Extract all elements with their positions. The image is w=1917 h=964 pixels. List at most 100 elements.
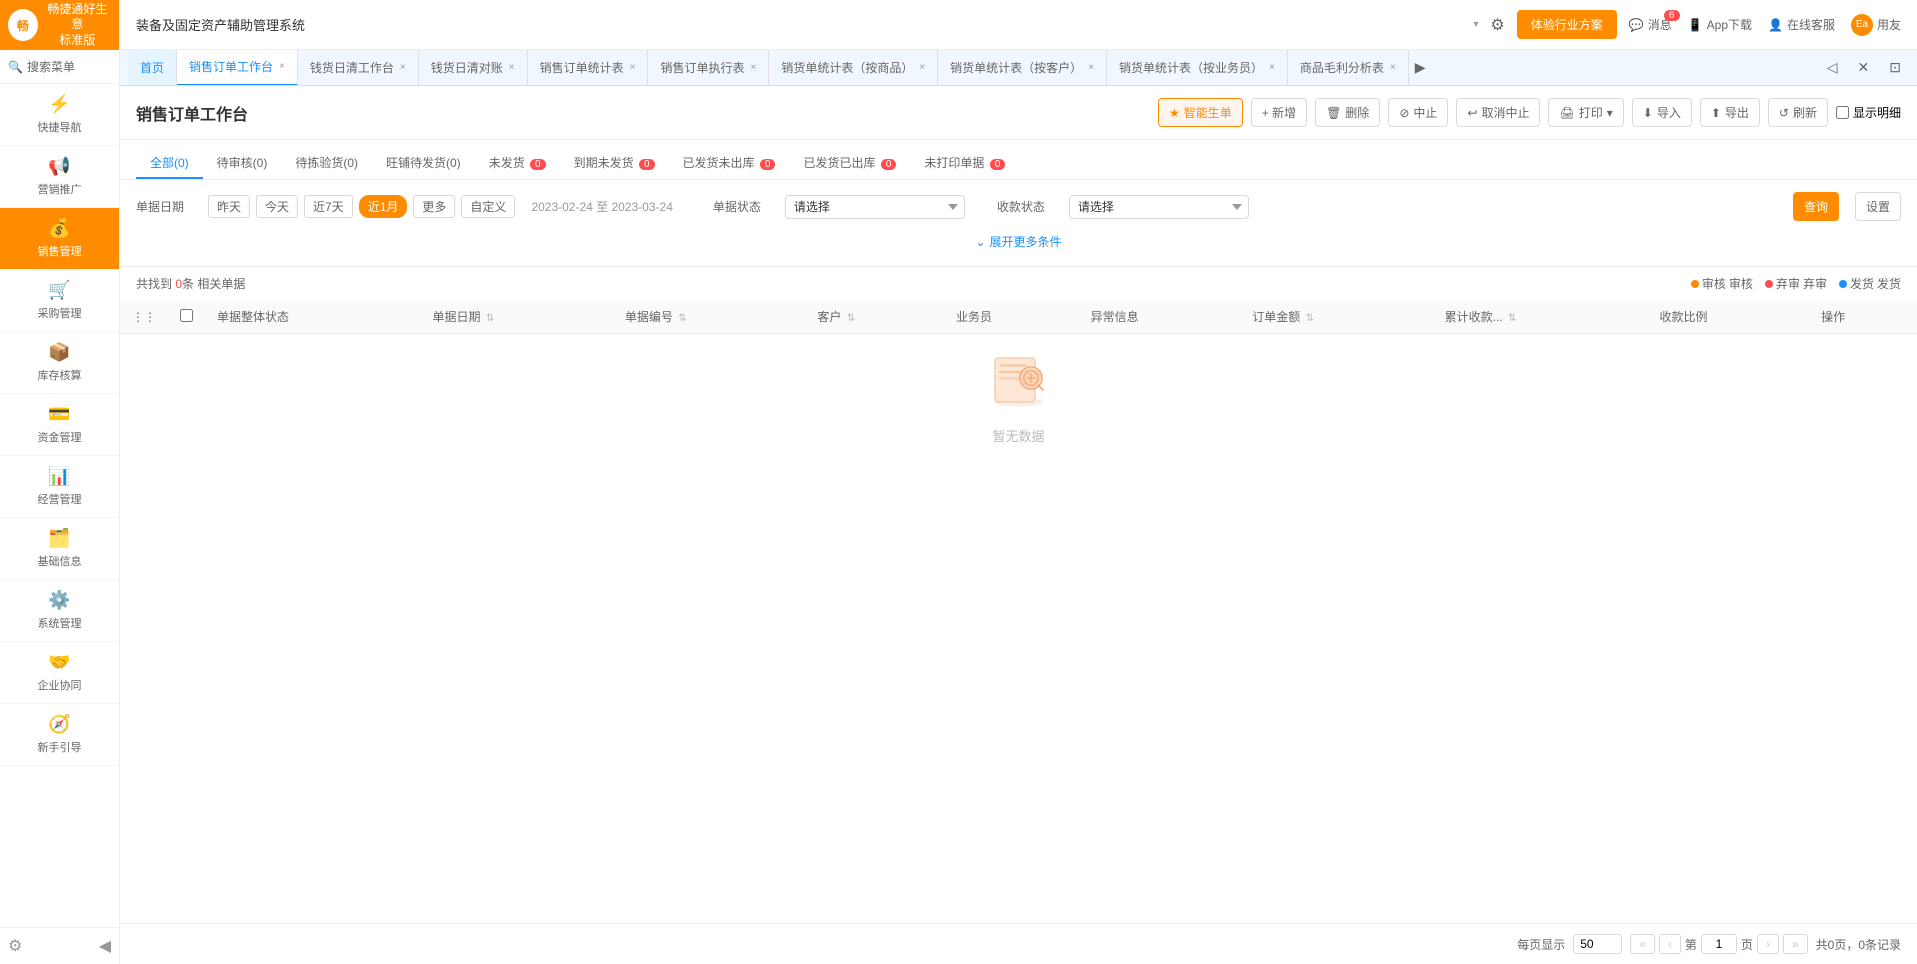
sub-tab-unprinted[interactable]: 未打印单据 0 [910,148,1019,179]
sidebar-item-business[interactable]: 📊 经营管理 [0,456,119,518]
tab-scroll-right[interactable]: ▶ [1409,55,1432,80]
cancel-suspend-btn[interactable]: ↩ 取消中止 [1456,98,1540,127]
date-btn-last1m[interactable]: 近1月 [359,195,408,218]
cancel-review-action-btn[interactable]: 弃审 弃审 [1765,275,1827,292]
app-download-btn[interactable]: 📱 App下载 [1688,16,1752,33]
sidebar-item-basic[interactable]: 🗂️ 基础信息 [0,518,119,580]
date-btn-more[interactable]: 更多 [413,195,455,218]
tab-sale-by-staff[interactable]: 销货单统计表（按业务员） × [1107,50,1288,86]
query-btn[interactable]: 查询 [1793,192,1839,221]
col-salesperson[interactable]: 业务员 [944,300,1079,334]
col-amount[interactable]: 订单金额 ⇅ [1240,300,1432,334]
review-action-btn[interactable]: 审核 审核 [1691,275,1753,292]
tab-cash-daily[interactable]: 钱货日清工作台 × [298,50,419,86]
refresh-btn[interactable]: ↺ 刷新 [1768,98,1828,127]
collapse-icon[interactable]: ◀ [99,936,111,956]
sidebar-item-quick-nav[interactable]: ⚡ 快捷导航 [0,84,119,146]
sub-tab-pending-inspect[interactable]: 待拣验货(0) [281,148,372,179]
sub-tab-all-label: 全部(0) [150,156,189,170]
expand-filter-btn[interactable]: ⌄ 展开更多条件 [136,229,1901,254]
sub-tab-shipped-warehoused[interactable]: 已发货已出库 0 [789,148,910,179]
delete-btn[interactable]: 🗑 删除 [1315,98,1380,127]
sub-tab-wangpu[interactable]: 旺铺待发货(0) [372,148,475,179]
sub-tab-all[interactable]: 全部(0) [136,148,203,179]
message-btn[interactable]: 💬 6 消息 [1629,16,1672,33]
date-btn-today[interactable]: 今天 [256,195,298,218]
settings-bottom-icon[interactable]: ⚙ [8,936,22,956]
sidebar-item-finance[interactable]: 💳 资金管理 [0,394,119,456]
empty-text: 暂无数据 [992,426,1044,445]
tab-sales-order[interactable]: 销售订单工作台 × [177,50,298,86]
date-btn-custom[interactable]: 自定义 [461,195,515,218]
tab-home[interactable]: 首页 [128,50,177,86]
current-page-input[interactable] [1701,934,1737,954]
date-btn-last7[interactable]: 近7天 [304,195,353,218]
export-btn[interactable]: ⬆ 导出 [1700,98,1760,127]
system-dropdown-arrow[interactable]: ▾ [1473,19,1478,30]
col-collected[interactable]: 累计收款... ⇅ [1433,300,1648,334]
last-page-btn[interactable]: » [1783,934,1808,954]
sidebar-item-sales[interactable]: 💰 销售管理 [0,208,119,270]
sub-tab-expired-unshipped[interactable]: 到期未发货 0 [560,148,669,179]
pagination: 每页显示 10 20 50 100 « ‹ 第 页 › » 共0页，0条记录 [120,923,1917,964]
tab-sale-by-product[interactable]: 销货单统计表（按商品） × [769,50,938,86]
tab-window-expand[interactable]: ⊡ [1881,55,1909,80]
sidebar-item-purchase[interactable]: 🛒 采购管理 [0,270,119,332]
col-number-sort: ⇅ [678,313,686,324]
filter-payment-select[interactable]: 请选择 [1069,195,1249,219]
ship-action-btn[interactable]: 发货 发货 [1839,275,1901,292]
tab-sale-by-customer-close[interactable]: × [1088,62,1094,73]
tab-cash-daily-close[interactable]: × [400,62,406,73]
page-content: 销售订单工作台 ★ 智能生单 + 新增 🗑 删除 ⊘ 中止 ↩ 取消中止 [120,86,1917,964]
sub-tab-unshipped[interactable]: 未发货 0 [475,148,560,179]
col-date[interactable]: 单据日期 ⇅ [420,300,612,334]
sub-tab-pending-review[interactable]: 待审核(0) [203,148,282,179]
industry-btn[interactable]: 体验行业方案 [1517,10,1617,39]
tab-sale-by-customer[interactable]: 销货单统计表（按客户） × [938,50,1107,86]
tab-sale-by-product-close[interactable]: × [919,62,925,73]
tab-cash-reconcile-close[interactable]: × [509,62,515,73]
sidebar-search[interactable]: 🔍 搜索菜单 [0,50,119,84]
per-page-select[interactable]: 10 20 50 100 [1573,934,1622,954]
show-detail-checkbox[interactable] [1836,106,1849,119]
filter-payment-label: 收款状态 [997,198,1053,215]
suspend-btn[interactable]: ⊘ 中止 [1388,98,1448,127]
tab-cash-reconcile[interactable]: 钱货日清对账 × [419,50,528,86]
date-btn-yesterday[interactable]: 昨天 [208,195,250,218]
col-status[interactable]: 单据整体状态 [205,300,420,334]
tab-sales-stat-close[interactable]: × [630,62,636,73]
tab-window-close[interactable]: ✕ [1850,55,1878,80]
sidebar-item-marketing[interactable]: 📢 营销推广 [0,146,119,208]
sidebar-item-inventory[interactable]: 📦 库存核算 [0,332,119,394]
smart-create-btn[interactable]: ★ 智能生单 [1158,98,1243,127]
col-number[interactable]: 单据编号 ⇅ [613,300,805,334]
tab-sales-order-close[interactable]: × [279,61,285,72]
sidebar-item-system[interactable]: ⚙️ 系统管理 [0,580,119,642]
new-btn[interactable]: + 新增 [1251,98,1307,127]
first-page-btn[interactable]: « [1630,934,1655,954]
online-service-btn[interactable]: 👤 在线客服 [1768,16,1835,33]
next-page-btn[interactable]: › [1757,934,1779,954]
sub-tab-shipped-not-warehoused[interactable]: 已发货未出库 0 [669,148,790,179]
tab-sales-stat[interactable]: 销售订单统计表 × [528,50,649,86]
tab-gross-profit-close[interactable]: × [1390,62,1396,73]
prev-page-btn[interactable]: ‹ [1659,934,1681,954]
settings-btn[interactable]: 设置 [1855,192,1901,221]
print-dropdown[interactable]: ▾ [1607,106,1613,120]
tab-gross-profit[interactable]: 商品毛利分析表 × [1288,50,1409,86]
tab-window-prev[interactable]: ◁ [1819,55,1846,80]
sidebar-item-guide[interactable]: 🧭 新手引导 [0,704,119,766]
page-header: 销售订单工作台 ★ 智能生单 + 新增 🗑 删除 ⊘ 中止 ↩ 取消中止 [120,86,1917,140]
print-btn[interactable]: 🖨 打印 ▾ [1548,98,1623,127]
show-detail-checkbox-wrapper[interactable]: 显示明细 [1836,104,1901,121]
col-customer[interactable]: 客户 ⇅ [805,300,944,334]
import-btn[interactable]: ⬇ 导入 [1632,98,1692,127]
filter-status-select[interactable]: 请选择 [785,195,965,219]
header-settings-icon[interactable]: ⚙ [1490,15,1504,35]
tab-sales-exec-close[interactable]: × [750,62,756,73]
select-all-checkbox[interactable] [180,309,193,322]
user-btn[interactable]: Ea 用友 [1851,14,1901,36]
tab-sales-exec[interactable]: 销售订单执行表 × [648,50,769,86]
tab-sale-by-staff-close[interactable]: × [1269,62,1275,73]
sidebar-item-enterprise[interactable]: 🤝 企业协同 [0,642,119,704]
